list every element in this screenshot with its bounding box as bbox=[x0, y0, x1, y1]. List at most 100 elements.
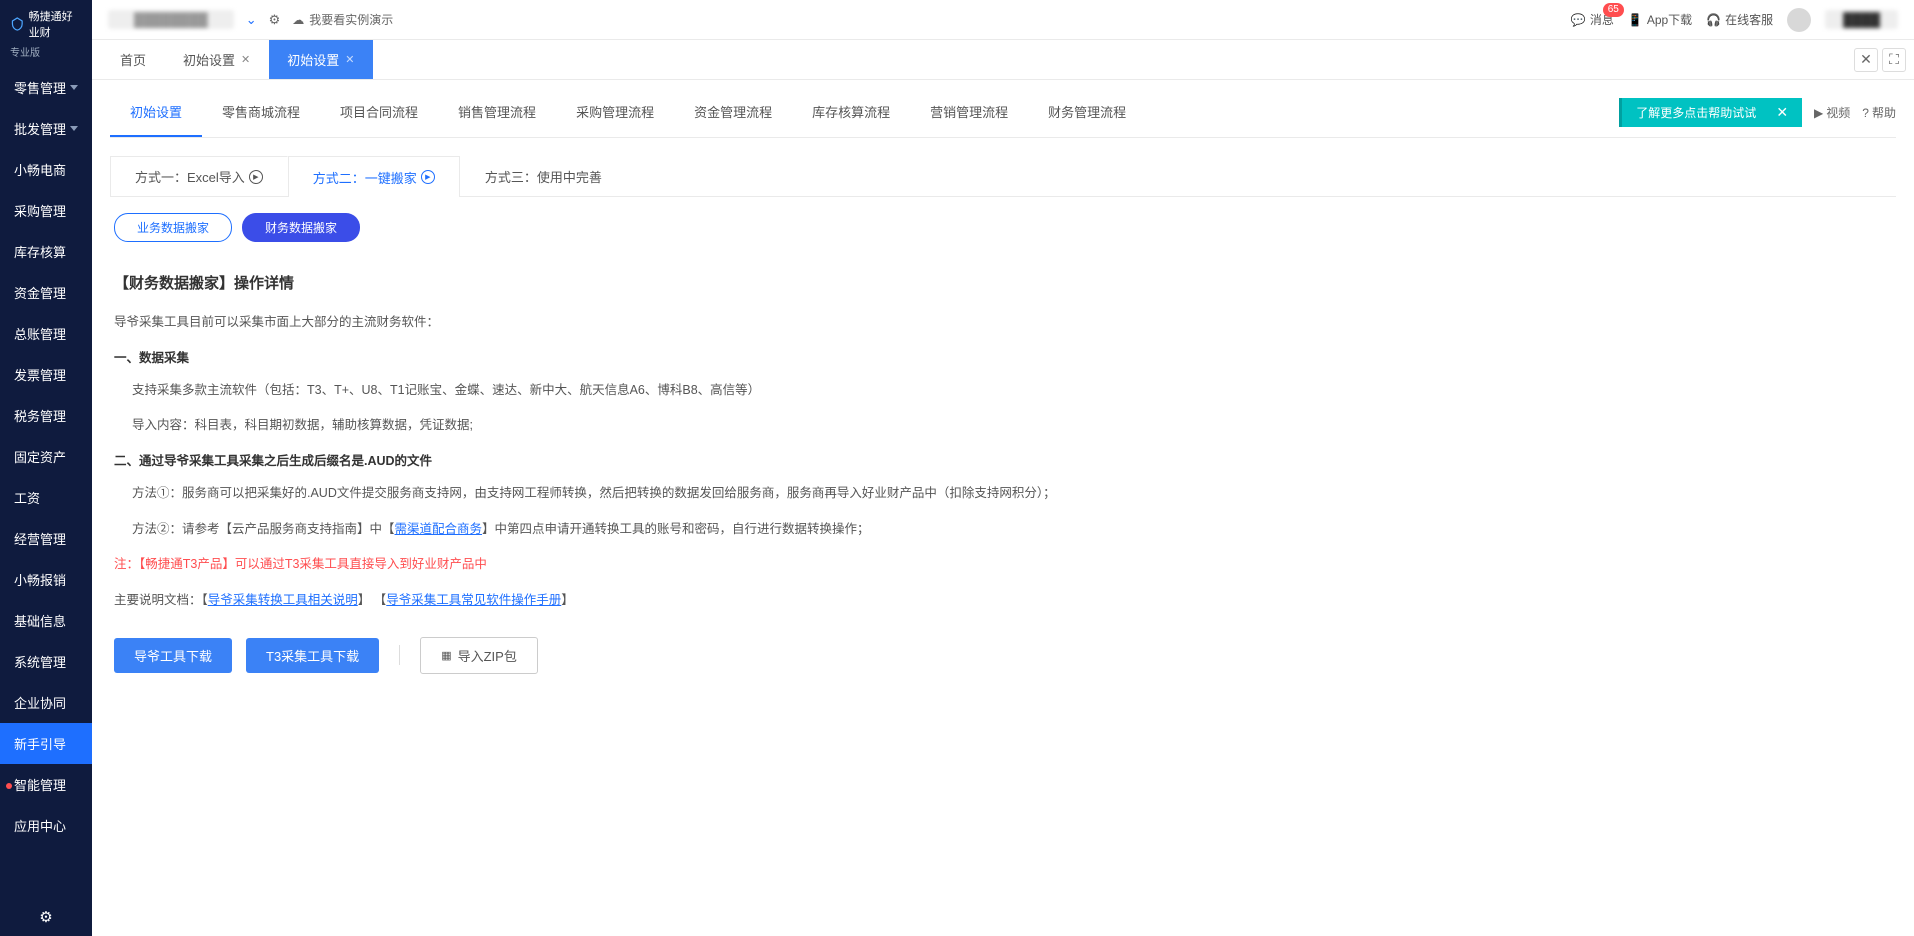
gear-icon: ⚙ bbox=[39, 909, 52, 926]
section-2-title: 二、通过导爷采集工具采集之后生成后缀名是.AUD的文件 bbox=[114, 450, 1210, 474]
t3-download-button[interactable]: T3采集工具下载 bbox=[246, 638, 379, 673]
chevron-down-icon[interactable]: ⌄ bbox=[246, 12, 257, 28]
sidebar-item-14[interactable]: 系统管理 bbox=[0, 641, 92, 682]
page-tab-label: 首页 bbox=[120, 50, 146, 69]
subnav-tab-5[interactable]: 资金管理流程 bbox=[674, 88, 792, 137]
divider bbox=[399, 645, 400, 665]
fin-data-pill[interactable]: 财务数据搬家 bbox=[242, 213, 360, 242]
online-cs-button[interactable]: 🎧 在线客服 bbox=[1706, 11, 1773, 28]
sidebar-item-11[interactable]: 经营管理 bbox=[0, 518, 92, 559]
page-tab-label: 初始设置 bbox=[183, 50, 235, 69]
sidebar-item-label: 总账管理 bbox=[14, 324, 66, 343]
help-banner[interactable]: 了解更多点击帮助试试 ✕ bbox=[1619, 98, 1802, 127]
page-tab-1[interactable]: 初始设置 ✕ bbox=[165, 40, 269, 79]
close-icon[interactable]: ✕ bbox=[1776, 104, 1788, 121]
subnav-tab-6[interactable]: 库存核算流程 bbox=[792, 88, 910, 137]
brand-edition: 专业版 bbox=[0, 44, 92, 67]
brand-name: 畅捷通好业财 bbox=[29, 8, 82, 40]
section-1-p2: 导入内容：科目表，科目期初数据，辅助核算数据，凭证数据; bbox=[114, 414, 1210, 438]
demo-link[interactable]: ☁ 我要看实例演示 bbox=[292, 11, 393, 28]
logo-icon bbox=[10, 15, 25, 33]
sidebar-item-12[interactable]: 小畅报销 bbox=[0, 559, 92, 600]
fullscreen-button[interactable]: ⛶ bbox=[1882, 48, 1906, 72]
avatar[interactable] bbox=[1787, 8, 1811, 32]
sidebar-item-label: 采购管理 bbox=[14, 201, 66, 220]
settings-icon[interactable]: ⚙ bbox=[269, 12, 281, 28]
messages-button[interactable]: 💬 消息 65 bbox=[1571, 11, 1614, 28]
sidebar-item-label: 企业协同 bbox=[14, 693, 66, 712]
grid-icon: ▦ bbox=[441, 649, 451, 662]
subnav-tab-7[interactable]: 营销管理流程 bbox=[910, 88, 1028, 137]
mobile-icon: 📱 bbox=[1628, 13, 1643, 27]
method-tab-excel[interactable]: 方式一：Excel导入 ▶ bbox=[110, 156, 288, 196]
sidebar-item-16[interactable]: 新手引导 bbox=[0, 723, 92, 764]
sidebar-item-label: 批发管理 bbox=[14, 119, 66, 138]
close-all-tabs-button[interactable]: ✕ bbox=[1854, 48, 1878, 72]
subnav-tab-1[interactable]: 零售商城流程 bbox=[202, 88, 320, 137]
sidebar-item-label: 零售管理 bbox=[14, 78, 66, 97]
subnav-tab-3[interactable]: 销售管理流程 bbox=[438, 88, 556, 137]
import-zip-label: 导入ZIP包 bbox=[458, 646, 517, 665]
chevron-down-icon bbox=[70, 85, 78, 90]
docs-link-1[interactable]: 导爷采集转换工具相关说明 bbox=[208, 593, 358, 607]
subnav-tab-2[interactable]: 项目合同流程 bbox=[320, 88, 438, 137]
channel-commerce-link[interactable]: 需渠道配合商务 bbox=[395, 522, 483, 536]
close-icon[interactable]: ✕ bbox=[345, 53, 354, 66]
method-tab-label: 方式一：Excel导入 bbox=[135, 167, 245, 186]
video-link-text: 视频 bbox=[1826, 104, 1850, 121]
chevron-down-icon bbox=[70, 126, 78, 131]
page-tab-2[interactable]: 初始设置 ✕ bbox=[269, 40, 373, 79]
user-name[interactable]: ████ bbox=[1825, 10, 1898, 29]
sidebar-item-17[interactable]: 智能管理 bbox=[0, 764, 92, 805]
play-icon: ▶ bbox=[1814, 106, 1823, 120]
article-intro: 导爷采集工具目前可以采集市面上大部分的主流财务软件： bbox=[114, 311, 1210, 335]
sidebar-item-6[interactable]: 总账管理 bbox=[0, 313, 92, 354]
sidebar-item-5[interactable]: 资金管理 bbox=[0, 272, 92, 313]
sidebar-settings[interactable]: ⚙ bbox=[0, 898, 92, 936]
red-dot-icon bbox=[6, 783, 12, 789]
play-circle-icon: ▶ bbox=[421, 170, 435, 184]
sidebar-item-label: 系统管理 bbox=[14, 652, 66, 671]
sidebar-item-label: 经营管理 bbox=[14, 529, 66, 548]
sidebar-item-13[interactable]: 基础信息 bbox=[0, 600, 92, 641]
sidebar-item-10[interactable]: 工资 bbox=[0, 477, 92, 518]
biz-data-pill[interactable]: 业务数据搬家 bbox=[114, 213, 232, 242]
sidebar-item-label: 新手引导 bbox=[14, 734, 66, 753]
sidebar-item-4[interactable]: 库存核算 bbox=[0, 231, 92, 272]
sidebar-item-label: 发票管理 bbox=[14, 365, 66, 384]
subnav-tab-0[interactable]: 初始设置 bbox=[110, 88, 202, 137]
sidebar-item-9[interactable]: 固定资产 bbox=[0, 436, 92, 477]
sidebar-item-2[interactable]: 小畅电商 bbox=[0, 149, 92, 190]
sidebar-item-18[interactable]: 应用中心 bbox=[0, 805, 92, 846]
sidebar-item-7[interactable]: 发票管理 bbox=[0, 354, 92, 395]
import-zip-button[interactable]: ▦ 导入ZIP包 bbox=[420, 637, 538, 674]
page-tab-0[interactable]: 首页 bbox=[102, 40, 165, 79]
sidebar-item-15[interactable]: 企业协同 bbox=[0, 682, 92, 723]
sidebar-item-0[interactable]: 零售管理 bbox=[0, 67, 92, 108]
sidebar-item-1[interactable]: 批发管理 bbox=[0, 108, 92, 149]
text-span: 方法②：请参考【云产品服务商支持指南】中【 bbox=[132, 522, 395, 536]
sidebar-item-label: 智能管理 bbox=[14, 775, 66, 794]
help-link[interactable]: ? 帮助 bbox=[1862, 104, 1896, 121]
method-tabs: 方式一：Excel导入 ▶ 方式二：一键搬家 ▶ 方式三：使用中完善 bbox=[110, 156, 1896, 197]
video-link[interactable]: ▶ 视频 bbox=[1814, 104, 1850, 121]
sidebar-item-label: 工资 bbox=[14, 488, 40, 507]
method-tab-label: 方式二：一键搬家 bbox=[313, 168, 417, 187]
page-tab-label: 初始设置 bbox=[287, 50, 339, 69]
method-tab-onekey[interactable]: 方式二：一键搬家 ▶ bbox=[288, 156, 460, 197]
sidebar-item-8[interactable]: 税务管理 bbox=[0, 395, 92, 436]
sidebar-item-3[interactable]: 采购管理 bbox=[0, 190, 92, 231]
method-tab-label: 方式三：使用中完善 bbox=[485, 167, 602, 186]
method-tab-usage[interactable]: 方式三：使用中完善 bbox=[460, 156, 627, 196]
subnav-tabs: 初始设置零售商城流程项目合同流程销售管理流程采购管理流程资金管理流程库存核算流程… bbox=[110, 88, 1896, 138]
subnav-tab-4[interactable]: 采购管理流程 bbox=[556, 88, 674, 137]
app-download-button[interactable]: 📱 App下载 bbox=[1628, 11, 1692, 28]
sidebar-item-label: 税务管理 bbox=[14, 406, 66, 425]
subnav-tab-8[interactable]: 财务管理流程 bbox=[1028, 88, 1146, 137]
sidebar-item-label: 小畅报销 bbox=[14, 570, 66, 589]
docs-link-2[interactable]: 导爷采集工具常见软件操作手册 bbox=[386, 593, 561, 607]
company-dropdown[interactable]: ████████ bbox=[108, 10, 234, 29]
text-span: 】中第四点申请开通转换工具的账号和密码，自行进行数据转换操作； bbox=[482, 522, 870, 536]
close-icon[interactable]: ✕ bbox=[241, 53, 250, 66]
daoye-download-button[interactable]: 导爷工具下载 bbox=[114, 638, 232, 673]
